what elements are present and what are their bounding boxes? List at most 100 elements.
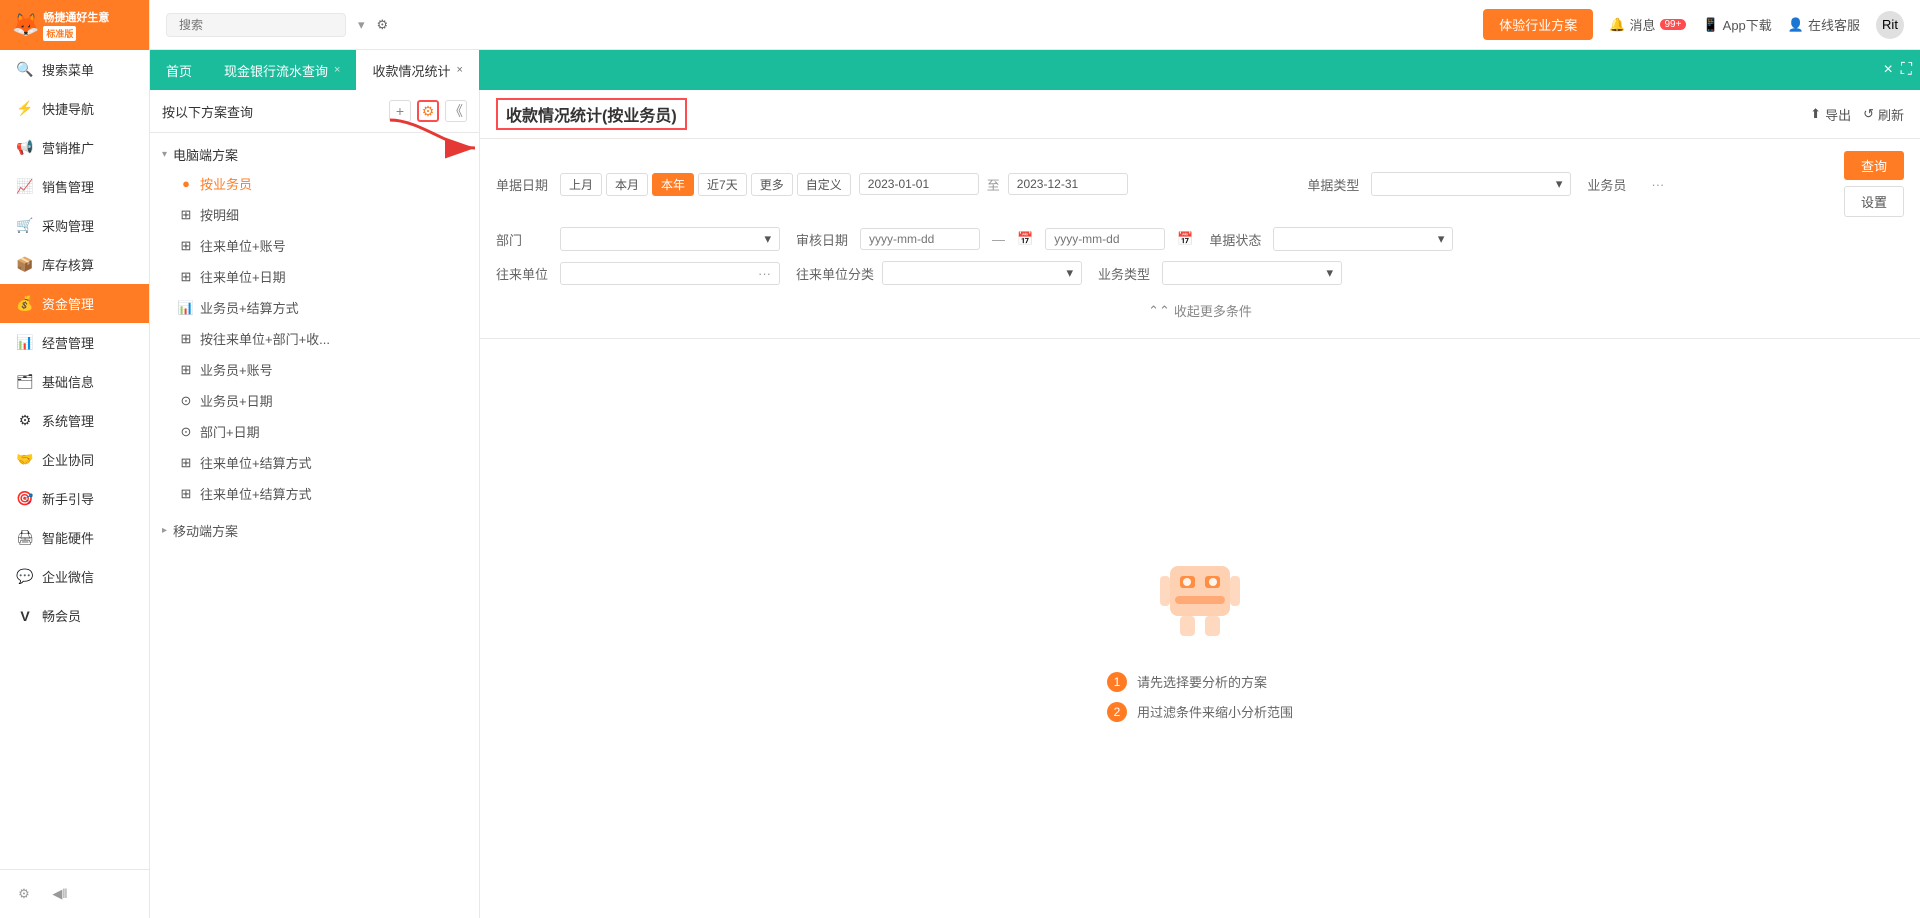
audit-cal-icon-1[interactable]: 📅 (1017, 231, 1033, 247)
sidebar-settings-btn[interactable]: ⚙ (10, 880, 38, 908)
date-btn-this-year[interactable]: 本年 (652, 173, 694, 196)
app-download-btn[interactable]: 📱 App下载 (1702, 15, 1771, 34)
scheme-by-salesperson[interactable]: ● 按业务员 (150, 168, 479, 199)
tab-home[interactable]: 首页 (150, 50, 208, 90)
detail-scheme-label: 按明细 (200, 205, 239, 224)
sidebar-item-sales[interactable]: 📈 销售管理 (0, 167, 149, 206)
audit-from-input[interactable] (860, 228, 980, 250)
sidebar-item-hardware[interactable]: 🖨 智能硬件 (0, 518, 149, 557)
scheme-counterpart-account[interactable]: ⊞ 往来单位+账号 (150, 230, 479, 261)
sidebar-collapse-btn[interactable]: ◀‖ (46, 880, 74, 908)
scheme-salesperson-date[interactable]: ⊙ 业务员+日期 (150, 385, 479, 416)
date-separator: 至 (987, 175, 1000, 194)
scheme-counterpart-date[interactable]: ⊞ 往来单位+日期 (150, 261, 479, 292)
salesperson-dots[interactable]: ··· (1651, 177, 1664, 192)
scheme-counterpart-dept[interactable]: ⊞ 按往来单位+部门+收... (150, 323, 479, 354)
sidebar-item-search[interactable]: 🔍 搜索菜单 (0, 50, 149, 89)
desktop-scheme-toggle[interactable]: ▾ 电脑端方案 (150, 141, 479, 168)
mobile-scheme-section[interactable]: ▸ 移动端方案 (150, 517, 479, 544)
business-type-select[interactable]: ▾ (1162, 261, 1342, 285)
sidebar-item-purchase[interactable]: 🛒 采购管理 (0, 206, 149, 245)
trial-btn[interactable]: 体验行业方案 (1483, 9, 1593, 40)
dept-label: 部门 (496, 230, 552, 249)
collapse-more-btn[interactable]: ⌃⌃ 收起更多条件 (496, 295, 1904, 326)
window-close-btn[interactable]: × (1883, 61, 1892, 79)
audit-to-input[interactable] (1045, 228, 1165, 250)
counterpart-select[interactable]: ··· (560, 262, 780, 285)
left-panel-icons: + ⚙ 《 (389, 100, 467, 122)
voucher-status-select[interactable]: ▾ (1273, 227, 1453, 251)
sidebar-item-system[interactable]: ⚙ 系统管理 (0, 401, 149, 440)
dept-select[interactable]: ▾ (560, 227, 780, 251)
tab-receipt-stats[interactable]: 收款情况统计 × (356, 50, 478, 90)
salesperson-settlement-label: 业务员+结算方式 (200, 298, 299, 317)
date-filter: 单据日期 上月 本月 本年 近7天 更多 自定义 至 (496, 173, 1128, 196)
collapse-panel-btn[interactable]: 《 (445, 100, 467, 122)
date-from-input[interactable] (859, 173, 979, 195)
sidebar-label-marketing: 营销推广 (42, 138, 94, 157)
tab-cashflow-label: 现金银行流水查询 (224, 61, 328, 80)
refresh-btn[interactable]: ↺ 刷新 (1863, 105, 1904, 124)
filter-row-2: 部门 ▾ 审核日期 — 📅 📅 (496, 227, 1904, 251)
online-service-label: 在线客服 (1808, 15, 1860, 34)
scheme-dept-date[interactable]: ⊙ 部门+日期 (150, 416, 479, 447)
header-gear-icon[interactable]: ⚙ (377, 17, 389, 33)
user-avatar[interactable]: Rit (1876, 11, 1904, 39)
date-btn-7days[interactable]: 近7天 (698, 173, 747, 196)
page-actions: ⬆ 导出 ↺ 刷新 (1810, 105, 1904, 124)
sidebar-item-vip[interactable]: V 畅会员 (0, 596, 149, 635)
salesperson-settlement-icon: 📊 (178, 300, 194, 316)
tab-cashflow-close[interactable]: × (334, 64, 340, 76)
voucher-type-select[interactable]: ▾ (1371, 172, 1571, 196)
scheme-by-detail[interactable]: ⊞ 按明细 (150, 199, 479, 230)
sidebar-item-collab[interactable]: 🤝 企业协同 (0, 440, 149, 479)
scheme-counterpart-settlement1[interactable]: ⊞ 往来单位+结算方式 (150, 447, 479, 478)
export-btn[interactable]: ⬆ 导出 (1810, 105, 1851, 124)
header-dropdown-icon[interactable]: ▾ (358, 17, 365, 33)
settings-btn[interactable]: 设置 (1844, 186, 1904, 217)
detail-scheme-icon: ⊞ (178, 207, 194, 223)
scheme-counterpart-settlement2[interactable]: ⊞ 往来单位+结算方式 (150, 478, 479, 509)
sidebar-item-wechat[interactable]: 💬 企业微信 (0, 557, 149, 596)
sidebar-item-finance[interactable]: 💰 资金管理 (0, 284, 149, 323)
window-maximize-btn[interactable]: ⛶ (1901, 61, 1912, 79)
query-btn[interactable]: 查询 (1844, 151, 1904, 180)
audit-date-label: 审核日期 (796, 230, 852, 249)
scheme-salesperson-settlement[interactable]: 📊 业务员+结算方式 (150, 292, 479, 323)
counterpart-category-select[interactable]: ▾ (882, 261, 1082, 285)
mobile-section-arrow: ▸ (162, 525, 167, 536)
online-service-btn[interactable]: 👤 在线客服 (1788, 15, 1860, 34)
sidebar-item-marketing[interactable]: 📢 营销推广 (0, 128, 149, 167)
empty-illustration (1130, 536, 1270, 656)
sidebar-item-quicknav[interactable]: ⚡ 快捷导航 (0, 89, 149, 128)
empty-step-1: 1 请先选择要分析的方案 (1107, 672, 1293, 692)
date-btn-this-month[interactable]: 本月 (606, 173, 648, 196)
tab-home-label: 首页 (166, 61, 192, 80)
messages-btn[interactable]: 🔔 消息 99+ (1609, 15, 1686, 34)
sidebar-item-inventory[interactable]: 📦 库存核算 (0, 245, 149, 284)
top-search-input[interactable] (166, 13, 346, 37)
app-logo: 🦊 畅捷通好生意 标准版 (0, 0, 149, 50)
newbie-icon: 🎯 (16, 490, 34, 508)
sidebar-item-basic[interactable]: 🗂 基础信息 (0, 362, 149, 401)
mobile-section-label: 移动端方案 (173, 521, 238, 540)
basic-icon: 🗂 (16, 373, 34, 391)
sidebar-menu: 🔍 搜索菜单 ⚡ 快捷导航 📢 营销推广 📈 销售管理 🛒 采购管理 📦 库存核… (0, 50, 149, 869)
wechat-icon: 💬 (16, 568, 34, 586)
date-btn-more[interactable]: 更多 (751, 173, 793, 196)
counterpart-dots[interactable]: ··· (758, 266, 771, 281)
date-btn-custom[interactable]: 自定义 (797, 173, 851, 196)
tab-cashflow[interactable]: 现金银行流水查询 × (208, 50, 356, 90)
user-name: Rit (1882, 17, 1898, 32)
tab-receipt-close[interactable]: × (456, 64, 462, 76)
sidebar-item-management[interactable]: 📊 经营管理 (0, 323, 149, 362)
date-btn-last-month[interactable]: 上月 (560, 173, 602, 196)
main-area: ▾ ⚙ 体验行业方案 🔔 消息 99+ 📱 App下载 👤 在线客服 Rit (150, 0, 1920, 918)
add-scheme-btn[interactable]: + (389, 100, 411, 122)
date-to-input[interactable] (1008, 173, 1128, 195)
gear-scheme-btn[interactable]: ⚙ (417, 100, 439, 122)
left-panel-title: 按以下方案查询 (162, 102, 383, 121)
sidebar-item-newbie[interactable]: 🎯 新手引导 (0, 479, 149, 518)
scheme-salesperson-account[interactable]: ⊞ 业务员+账号 (150, 354, 479, 385)
audit-cal-icon-2[interactable]: 📅 (1177, 231, 1193, 247)
